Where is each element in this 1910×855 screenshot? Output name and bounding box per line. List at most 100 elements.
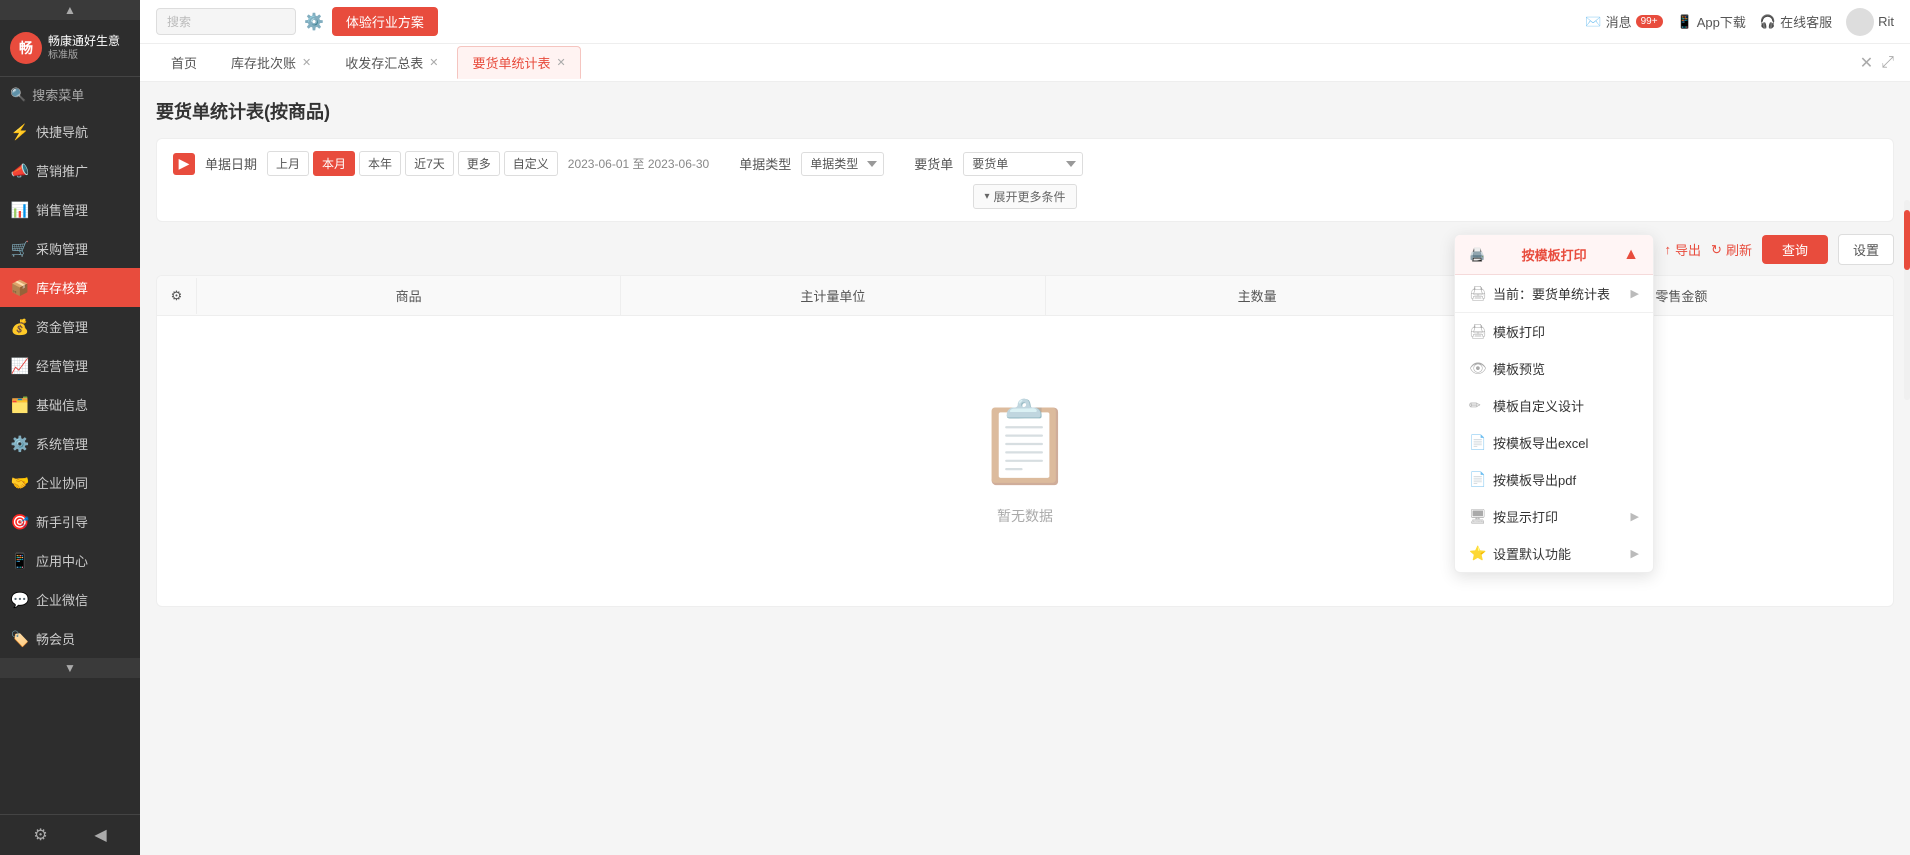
topbar: 搜索 ⚙️ 体验行业方案 ✉️ 消息 99+ 📱 App下载 🎧 在线客服 Ri…: [140, 0, 1910, 44]
refresh-btn[interactable]: ↻ 刷新: [1711, 240, 1752, 259]
tab-close-btn[interactable]: ✕: [1860, 53, 1873, 73]
sidebar-item-sales[interactable]: 📊 销售管理: [0, 190, 140, 229]
template-pdf-icon: 📄: [1469, 471, 1485, 488]
sidebar-items: ⚡ 快捷导航 📣 营销推广 📊 销售管理 🛒 采购管理 📦 库存核算 💰 资金管…: [0, 112, 140, 658]
sidebar-item-appstore[interactable]: 📱 应用中心: [0, 541, 140, 580]
dropdown-close-btn[interactable]: ▲: [1623, 246, 1639, 264]
member-icon: 🏷️: [10, 630, 30, 648]
filter-expand-arrow[interactable]: ▶: [173, 153, 195, 175]
dropdown-header: 🖨️ 按模板打印 ▲: [1455, 235, 1653, 275]
date-btn-4[interactable]: 更多: [458, 151, 500, 176]
date-btn-1[interactable]: 本月: [313, 151, 355, 176]
settings-btn[interactable]: 设置: [1838, 234, 1894, 265]
tab-expand-btn[interactable]: ⤢: [1881, 54, 1894, 72]
scrollbar-thumb[interactable]: [1904, 210, 1910, 270]
refresh-label: 刷新: [1726, 240, 1752, 259]
tab-order-stats[interactable]: 要货单统计表 ✕: [457, 46, 580, 79]
tab-inventory-batch[interactable]: 库存批次账✕: [216, 46, 326, 79]
appstore-icon: 📱: [10, 552, 30, 570]
sidebar-item-enterprise[interactable]: 🤝 企业协同: [0, 463, 140, 502]
sidebar-search[interactable]: 🔍 搜索菜单: [0, 77, 140, 112]
tab-receivable-summary[interactable]: 收发存汇总表✕: [330, 46, 453, 79]
set-default-arrow: ▶: [1631, 547, 1639, 560]
dropdown-template-design[interactable]: ✏ 模板自定义设计: [1455, 387, 1653, 424]
messages-item[interactable]: ✉️ 消息 99+: [1585, 12, 1662, 31]
sidebar: ▲ 畅 畅康通好生意 标准版 🔍 搜索菜单 ⚡ 快捷导航 📣 营销推广 📊 销售…: [0, 0, 140, 855]
dropdown-display-print[interactable]: 🖥 按显示打印 ▶: [1455, 498, 1653, 535]
tab-close-inventory-batch[interactable]: ✕: [302, 56, 311, 69]
sidebar-search-label: 搜索菜单: [32, 85, 84, 104]
template-print-label: 模板打印: [1493, 322, 1545, 341]
expand-more-btn[interactable]: ▾ 展开更多条件: [973, 184, 1076, 209]
sidebar-item-purchase[interactable]: 🛒 采购管理: [0, 229, 140, 268]
top-search-box[interactable]: 搜索: [156, 8, 296, 35]
date-btn-2[interactable]: 本年: [359, 151, 401, 176]
message-icon: ✉️: [1585, 14, 1601, 30]
sidebar-item-wechat[interactable]: 💬 企业微信: [0, 580, 140, 619]
guide-label: 新手引导: [36, 512, 88, 531]
tab-close-order-stats[interactable]: ✕: [557, 56, 566, 69]
page-title: 要货单统计表(按商品): [156, 98, 1894, 124]
operations-icon: 📈: [10, 357, 30, 375]
inventory-icon: 📦: [10, 279, 30, 297]
sidebar-item-marketing[interactable]: 📣 营销推广: [0, 151, 140, 190]
order-type-select[interactable]: 单据类型: [801, 152, 884, 176]
dropdown-set-default[interactable]: ⭐ 设置默认功能 ▶: [1455, 535, 1653, 572]
marketing-icon: 📣: [10, 162, 30, 180]
sidebar-item-shortcut[interactable]: ⚡ 快捷导航: [0, 112, 140, 151]
settings-bottom-btn[interactable]: ⚙: [33, 825, 47, 845]
member-label: 畅会员: [36, 629, 75, 648]
system-label: 系统管理: [36, 434, 88, 453]
display-print-label: 按显示打印: [1493, 507, 1558, 526]
order-goods-select[interactable]: 要货单: [963, 152, 1083, 176]
current-template-icon: 🖨: [1469, 285, 1485, 302]
filter-row-2: ▾ 展开更多条件: [173, 184, 1877, 209]
export-label: 导出: [1675, 240, 1701, 259]
sidebar-item-member[interactable]: 🏷️ 畅会员: [0, 619, 140, 658]
wechat-label: 企业微信: [36, 590, 88, 609]
right-scrollbar[interactable]: [1904, 200, 1910, 400]
sidebar-scroll-up[interactable]: ▲: [0, 0, 140, 20]
dropdown-template-excel[interactable]: 📄 按模板导出excel: [1455, 424, 1653, 461]
dropdown-title: 按模板打印: [1522, 245, 1587, 264]
topbar-gear-icon[interactable]: ⚙️: [304, 12, 324, 32]
sidebar-item-finance[interactable]: 💰 资金管理: [0, 307, 140, 346]
collapse-bottom-btn[interactable]: ◀: [94, 825, 106, 845]
order-type-label: 单据类型: [739, 154, 791, 173]
enterprise-icon: 🤝: [10, 474, 30, 492]
dropdown-template-preview[interactable]: 👁 模板预览: [1455, 350, 1653, 387]
tab-home[interactable]: 首页: [156, 46, 212, 79]
sidebar-item-inventory[interactable]: 📦 库存核算: [0, 268, 140, 307]
user-name: Rit: [1878, 14, 1894, 29]
export-btn[interactable]: ↑ 导出: [1665, 240, 1702, 259]
sidebar-item-system[interactable]: ⚙️ 系统管理: [0, 424, 140, 463]
display-print-arrow: ▶: [1631, 510, 1639, 523]
operations-label: 经营管理: [36, 356, 88, 375]
filter-row-1: ▶ 单据日期 上月本月本年近7天更多自定义 2023-06-01 至 2023-…: [173, 151, 1877, 176]
dropdown-current-label: 当前：要货单统计表: [1493, 284, 1610, 303]
sidebar-item-operations[interactable]: 📈 经营管理: [0, 346, 140, 385]
basic-label: 基础信息: [36, 395, 88, 414]
online-service-item[interactable]: 🎧 在线客服: [1760, 12, 1832, 31]
date-btn-5[interactable]: 自定义: [504, 151, 558, 176]
date-btn-3[interactable]: 近7天: [405, 151, 454, 176]
date-btn-0[interactable]: 上月: [267, 151, 309, 176]
finance-icon: 💰: [10, 318, 30, 336]
user-avatar[interactable]: Rit: [1846, 8, 1894, 36]
trial-btn[interactable]: 体验行业方案: [332, 7, 438, 36]
sidebar-scroll-down[interactable]: ▼: [0, 658, 140, 678]
dropdown-template-print[interactable]: 🖨 模板打印: [1455, 313, 1653, 350]
tab-close-receivable-summary[interactable]: ✕: [429, 56, 438, 69]
online-service-label: 在线客服: [1780, 12, 1832, 31]
query-btn[interactable]: 查询: [1762, 235, 1828, 264]
dropdown-current-item[interactable]: 🖨 当前：要货单统计表 ▶: [1455, 275, 1653, 312]
sidebar-item-basic[interactable]: 🗂️ 基础信息: [0, 385, 140, 424]
tab-label-order-stats: 要货单统计表: [472, 53, 550, 72]
shortcut-label: 快捷导航: [36, 122, 88, 141]
enterprise-label: 企业协同: [36, 473, 88, 492]
date-range-label: 2023-06-01 至 2023-06-30: [568, 155, 709, 172]
tabs-container: 首页库存批次账✕收发存汇总表✕ 要货单统计表 ✕: [156, 46, 1856, 79]
sidebar-item-guide[interactable]: 🎯 新手引导: [0, 502, 140, 541]
app-download-item[interactable]: 📱 App下载: [1677, 12, 1746, 31]
dropdown-template-pdf[interactable]: 📄 按模板导出pdf: [1455, 461, 1653, 498]
